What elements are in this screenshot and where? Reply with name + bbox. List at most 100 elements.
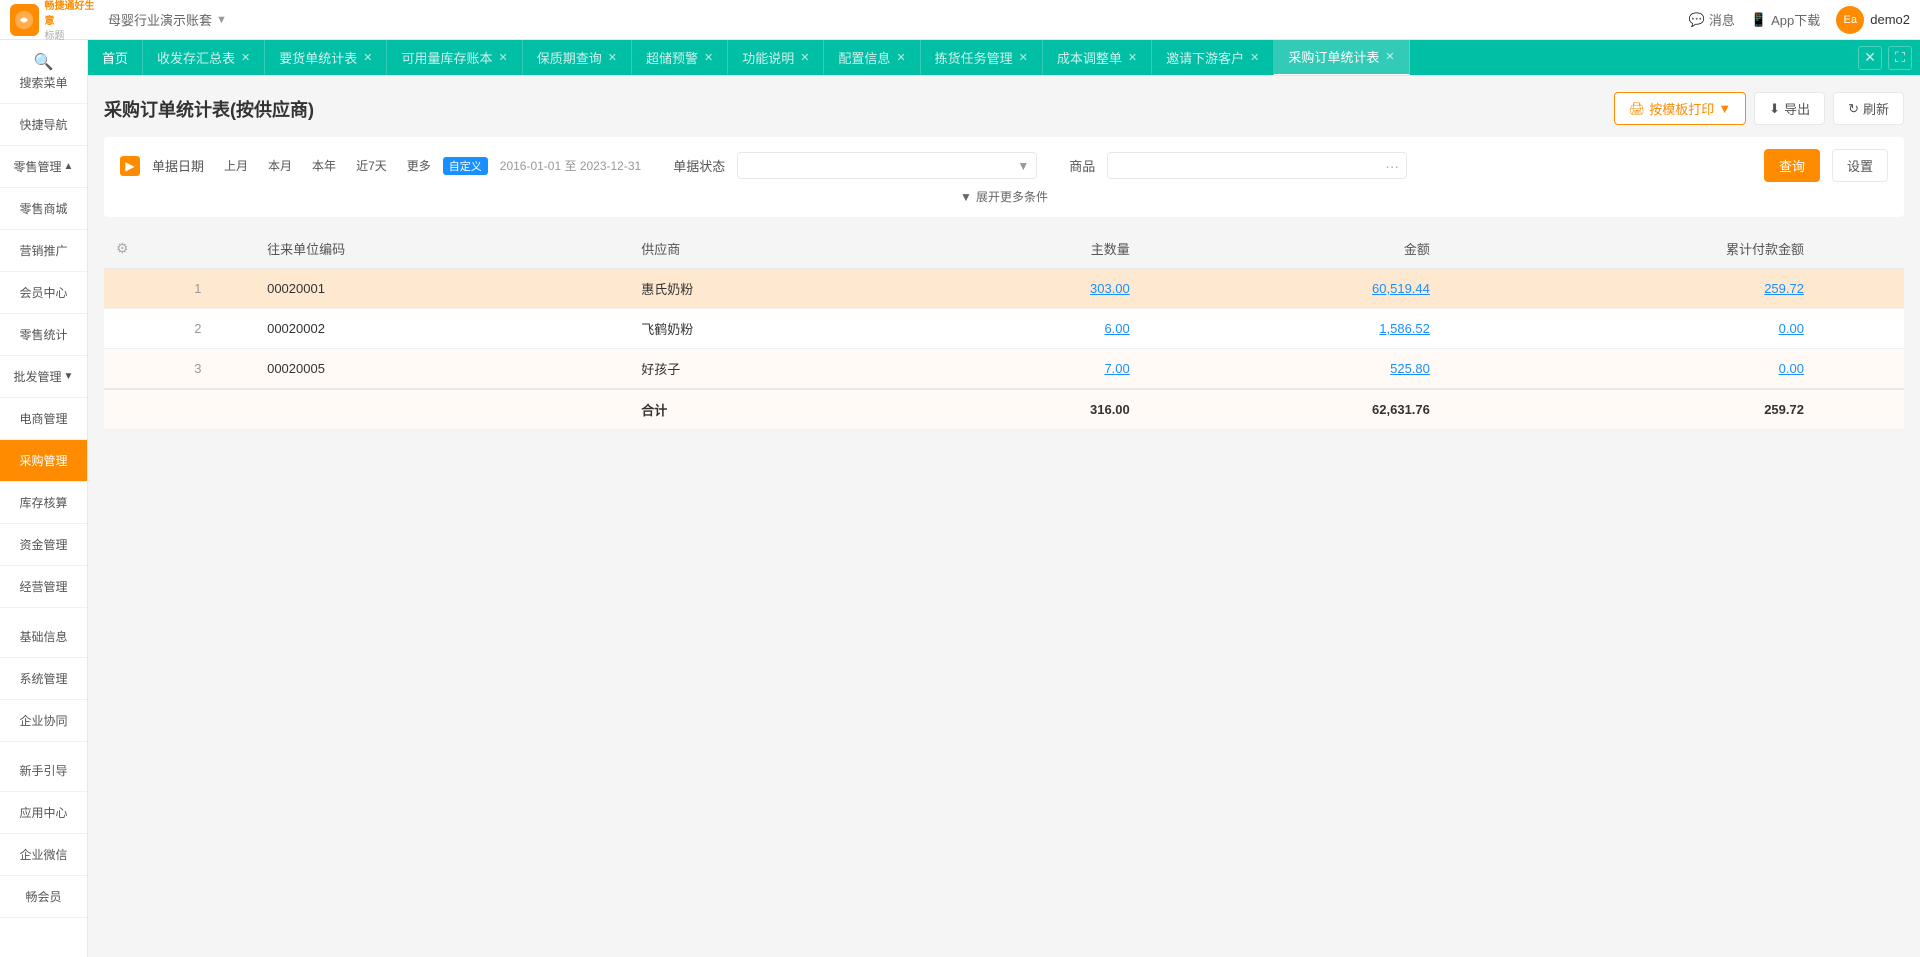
tab-close-purchase-stats[interactable]: ✕: [1385, 50, 1394, 63]
row-unit-code-cell: 00020005: [255, 349, 629, 390]
sidebar-item-purchase-mgmt[interactable]: 采购管理: [0, 440, 87, 482]
page-header: 采购订单统计表(按供应商) 🖨 按模板打印 ▼ ⬇ 导出 ↻ 刷新: [104, 92, 1904, 125]
tab-cost-adjust[interactable]: 成本调整单 ✕: [1043, 40, 1152, 76]
tab-usable-inventory[interactable]: 可用量库存账本 ✕: [387, 40, 522, 76]
row-paid-amount-cell[interactable]: 0.00: [1442, 349, 1816, 390]
refresh-button[interactable]: ↻ 刷新: [1833, 92, 1904, 125]
tab-picking-task[interactable]: 拣货任务管理 ✕: [921, 40, 1043, 76]
sidebar-item-retail-mgmt[interactable]: 零售管理 ▲: [0, 146, 87, 188]
status-filter-select[interactable]: [737, 152, 1037, 179]
row-quantity-cell[interactable]: 303.00: [908, 269, 1142, 309]
row-quantity-cell[interactable]: 7.00: [908, 349, 1142, 390]
content-area: 首页 收发存汇总表 ✕ 要货单统计表 ✕ 可用量库存账本 ✕ 保质期查询 ✕ 超…: [88, 40, 1920, 957]
row-amount-cell[interactable]: 525.80: [1142, 349, 1442, 390]
sidebar-item-wholesale-mgmt[interactable]: 批发管理 ▼: [0, 356, 87, 398]
export-button[interactable]: ⬇ 导出: [1754, 92, 1825, 125]
main-layout: 🔍 搜索菜单 快捷导航 零售管理 ▲ 零售商城 营销推广 会员中心 零售统计 批…: [0, 40, 1920, 957]
col-no: [141, 229, 256, 269]
row-settings-cell: [104, 349, 141, 390]
date-btn-last-month[interactable]: 上月: [216, 154, 256, 177]
tab-home[interactable]: 首页: [88, 40, 143, 76]
row-unit-code-cell: 00020001: [255, 269, 629, 309]
col-quantity: 主数量: [908, 229, 1142, 269]
tab-close-oversupply-alert[interactable]: ✕: [704, 51, 713, 64]
tab-function-desc[interactable]: 功能说明 ✕: [728, 40, 824, 76]
col-settings: ⚙: [104, 229, 141, 269]
logo-area: 畅捷通好生意 标题: [10, 0, 98, 42]
app-download-action[interactable]: 📱 App下载: [1751, 10, 1820, 29]
sidebar-item-operations[interactable]: 经营管理: [0, 566, 87, 608]
sidebar-item-search[interactable]: 🔍 搜索菜单: [0, 40, 87, 104]
nav-tabs-end: ✕ ⛶: [1850, 46, 1920, 70]
tab-close-config-info[interactable]: ✕: [896, 51, 905, 64]
sidebar-item-member-center[interactable]: 会员中心: [0, 272, 87, 314]
query-button[interactable]: 查询: [1764, 149, 1820, 182]
sidebar-item-enterprise-collab[interactable]: 企业协同: [0, 700, 87, 742]
filter-expand-toggle[interactable]: ▶: [120, 156, 140, 176]
sidebar-item-ecommerce-mgmt[interactable]: 电商管理: [0, 398, 87, 440]
table-row: 1 00020001 惠氏奶粉 303.00 60,519.44 259.72: [104, 269, 1904, 309]
row-amount-cell[interactable]: 1,586.52: [1142, 309, 1442, 349]
tab-warranty-query[interactable]: 保质期查询 ✕: [523, 40, 632, 76]
sidebar-item-basic-info[interactable]: 基础信息: [0, 616, 87, 658]
close-all-tabs-button[interactable]: ✕: [1858, 46, 1882, 70]
tab-order-summary[interactable]: 要货单统计表 ✕: [265, 40, 387, 76]
column-settings-icon[interactable]: ⚙: [116, 240, 129, 256]
tab-close-receive-summary[interactable]: ✕: [241, 51, 250, 64]
row-supplier-cell: 好孩子: [629, 349, 908, 390]
custom-date-tag[interactable]: 自定义: [443, 157, 488, 175]
tab-close-function-desc[interactable]: ✕: [800, 51, 809, 64]
sidebar-item-enterprise-wechat[interactable]: 企业微信: [0, 834, 87, 876]
sidebar-item-inventory[interactable]: 库存核算: [0, 482, 87, 524]
tab-close-usable-inventory[interactable]: ✕: [499, 51, 508, 64]
tab-purchase-stats[interactable]: 采购订单统计表 ✕: [1274, 40, 1409, 76]
tab-close-cost-adjust[interactable]: ✕: [1128, 51, 1137, 64]
date-btn-this-year[interactable]: 本年: [304, 154, 344, 177]
date-btn-this-month[interactable]: 本月: [260, 154, 300, 177]
tab-close-order-summary[interactable]: ✕: [363, 51, 372, 64]
sidebar-item-sys-mgmt[interactable]: 系统管理: [0, 658, 87, 700]
row-no-cell: 1: [141, 269, 256, 309]
sidebar-item-quick-nav[interactable]: 快捷导航: [0, 104, 87, 146]
date-range-display: 2016-01-01 至 2023-12-31: [500, 157, 641, 174]
expand-conditions-button[interactable]: ▼ 展开更多条件: [960, 188, 1048, 205]
col-unit-code: 往来单位编码: [255, 229, 629, 269]
settings-button[interactable]: 设置: [1832, 149, 1888, 182]
tab-close-invite-downstream[interactable]: ✕: [1250, 51, 1259, 64]
user-menu[interactable]: Ea demo2: [1836, 6, 1910, 34]
row-paid-amount-cell[interactable]: 259.72: [1442, 269, 1816, 309]
tab-close-warranty-query[interactable]: ✕: [608, 51, 617, 64]
date-btn-more[interactable]: 更多: [399, 154, 439, 177]
row-no-cell: 3: [141, 349, 256, 390]
row-amount-cell[interactable]: 60,519.44: [1142, 269, 1442, 309]
tab-receive-summary[interactable]: 收发存汇总表 ✕: [143, 40, 265, 76]
footer-label-cell: 合计: [629, 389, 908, 430]
tab-oversupply-alert[interactable]: 超储预警 ✕: [632, 40, 728, 76]
sidebar-item-new-guide[interactable]: 新手引导: [0, 750, 87, 792]
logo-text: 畅捷通好生意 标题: [45, 0, 98, 42]
row-quantity-cell[interactable]: 6.00: [908, 309, 1142, 349]
status-filter-wrapper: ▼: [737, 152, 1037, 179]
tab-invite-downstream[interactable]: 邀请下游客户 ✕: [1152, 40, 1274, 76]
row-paid-amount-cell[interactable]: 0.00: [1442, 309, 1816, 349]
maximize-button[interactable]: ⛶: [1888, 46, 1912, 70]
date-filter-buttons: 上月 本月 本年 近7天 更多 自定义: [216, 154, 488, 177]
header-actions: 🖨 按模板打印 ▼ ⬇ 导出 ↻ 刷新: [1614, 92, 1904, 125]
tab-config-info[interactable]: 配置信息 ✕: [824, 40, 920, 76]
date-btn-7days[interactable]: 近7天: [348, 154, 395, 177]
goods-filter-input[interactable]: [1107, 152, 1407, 179]
sidebar-item-retail-stats[interactable]: 零售统计: [0, 314, 87, 356]
sidebar-item-marketing[interactable]: 营销推广: [0, 230, 87, 272]
message-action[interactable]: 💬 消息: [1689, 10, 1735, 29]
sidebar-item-retail-shop[interactable]: 零售商城: [0, 188, 87, 230]
print-button[interactable]: 🖨 按模板打印 ▼: [1614, 92, 1746, 125]
sidebar-item-vip[interactable]: 畅会员: [0, 876, 87, 918]
tab-close-picking-task[interactable]: ✕: [1019, 51, 1028, 64]
footer-quantity-cell: 316.00: [908, 389, 1142, 430]
sidebar-item-finance[interactable]: 资金管理: [0, 524, 87, 566]
date-filter-label: 单据日期: [152, 156, 204, 175]
sidebar-item-app-center[interactable]: 应用中心: [0, 792, 87, 834]
filter-area: ▶ 单据日期 上月 本月 本年 近7天 更多 自定义 2016-01-01 至 …: [104, 137, 1904, 217]
goods-filter-more-icon[interactable]: ···: [1385, 158, 1399, 174]
footer-paid-amount-cell: 259.72: [1442, 389, 1816, 430]
